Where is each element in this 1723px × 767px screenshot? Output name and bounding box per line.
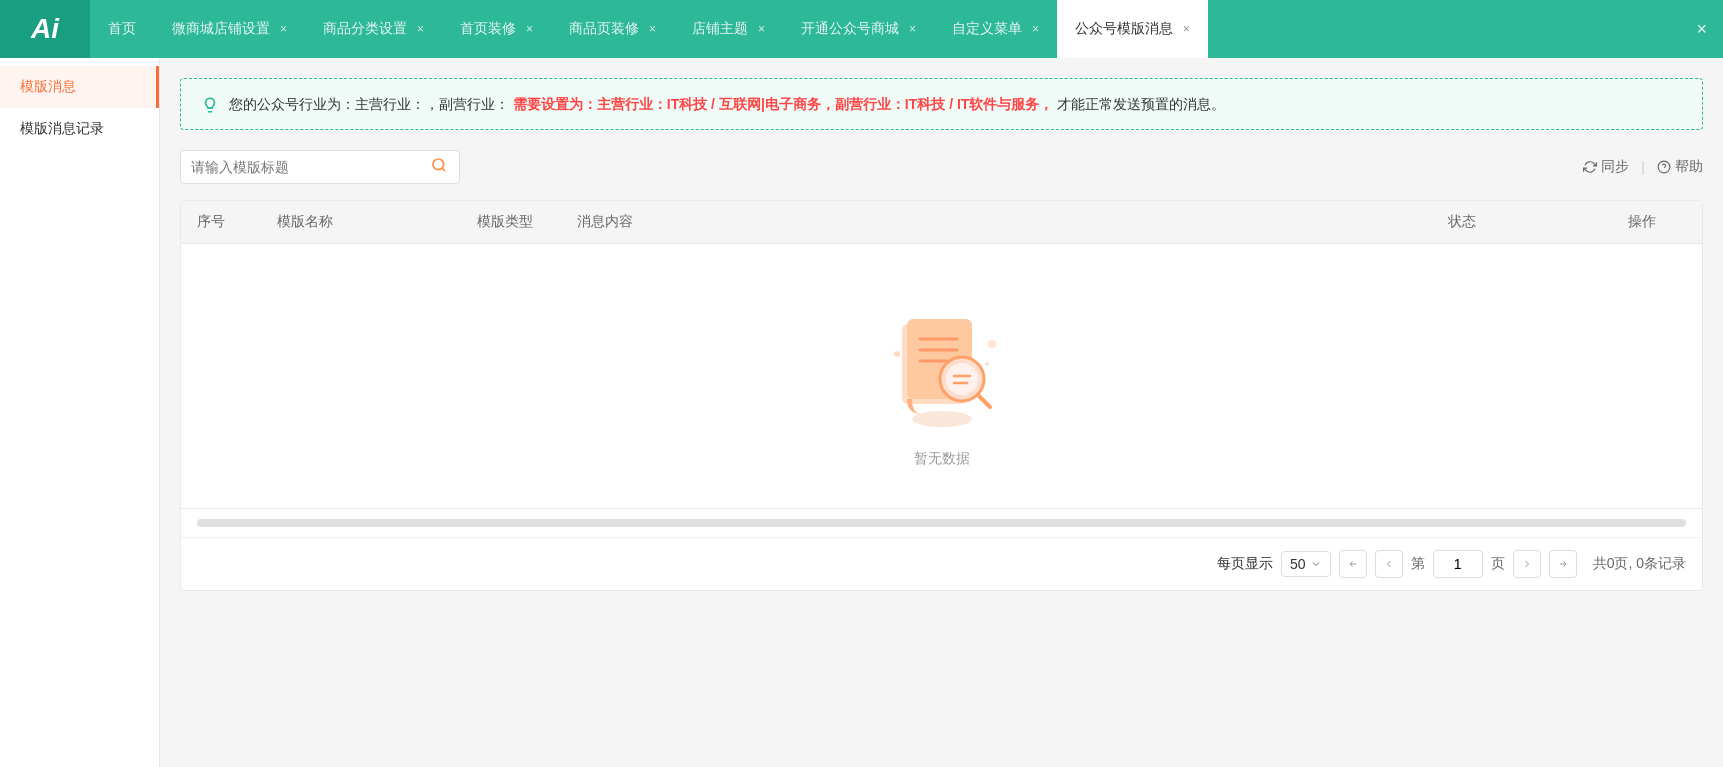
notice-suffix: 才能正常发送预置的消息。 [1057,96,1225,112]
col-header-status: 状态 [1432,201,1582,243]
page-prefix-label: 第 [1411,555,1425,573]
search-input-wrap[interactable] [180,150,460,184]
svg-point-12 [946,363,978,395]
svg-point-18 [985,362,989,366]
first-page-icon [1347,558,1359,570]
horizontal-scrollbar-wrap [181,508,1702,537]
prev-page-icon [1383,558,1395,570]
top-nav: Ai 首页微商城店铺设置×商品分类设置×首页装修×商品页装修×店铺主题×开通公众… [0,0,1723,58]
empty-illustration [882,304,1002,434]
notice-highlight: 需要设置为：主营行业：IT科技 / 互联网|电子商务，副营行业：IT科技 / I… [513,96,1054,112]
per-page-select[interactable]: 50 [1281,551,1331,577]
notice-box: 您的公众号行业为：主营行业：，副营行业： 需要设置为：主营行业：IT科技 / 互… [180,78,1703,130]
toolbar-right: 同步 | 帮助 [1583,158,1703,176]
last-page-icon [1557,558,1569,570]
next-page-button[interactable] [1513,550,1541,578]
nav-tab-store-settings[interactable]: 微商城店铺设置× [154,0,305,58]
page-unit-label: 页 [1491,555,1505,573]
nav-tab-home-decoration[interactable]: 首页装修× [442,0,551,58]
close-tab-product-decoration[interactable]: × [649,22,656,36]
nav-tab-template-msg[interactable]: 公众号模版消息× [1057,0,1208,58]
page-number-input[interactable] [1433,550,1483,578]
close-all-tabs-button[interactable]: × [1696,19,1707,40]
pagination-summary: 共0页, 0条记录 [1593,555,1686,573]
close-tab-custom-menu[interactable]: × [1032,22,1039,36]
close-tab-store-settings[interactable]: × [280,22,287,36]
close-tab-template-msg[interactable]: × [1183,22,1190,36]
nav-tab-open-mall[interactable]: 开通公众号商城× [783,0,934,58]
svg-point-1 [433,159,444,170]
close-tab-store-theme[interactable]: × [758,22,765,36]
notice-prefix: 您的公众号行业为：主营行业：，副营行业： [229,96,509,112]
svg-point-5 [912,411,972,427]
nav-tab-product-decoration[interactable]: 商品页装修× [551,0,674,58]
toolbar-divider: | [1641,159,1645,175]
svg-line-13 [978,395,990,407]
col-header-action: 操作 [1582,201,1702,243]
svg-point-16 [894,351,900,357]
data-table: 序号 模版名称 模版类型 消息内容 状态 操作 [180,200,1703,591]
sidebar: 模版消息模版消息记录 [0,58,160,767]
empty-text: 暂无数据 [914,450,970,468]
chevron-down-icon [1310,558,1322,570]
horizontal-scrollbar[interactable] [197,519,1686,527]
next-page-icon [1521,558,1533,570]
empty-state: 暂无数据 [181,244,1702,508]
bulb-icon [201,96,219,114]
close-tab-category-settings[interactable]: × [417,22,424,36]
search-input[interactable] [191,159,431,175]
nav-tab-custom-menu[interactable]: 自定义菜单× [934,0,1057,58]
search-icon-button[interactable] [431,157,447,177]
table-header: 序号 模版名称 模版类型 消息内容 状态 操作 [181,201,1702,244]
pagination: 每页显示 50 [181,537,1702,590]
main-layout: 模版消息模版消息记录 您的公众号行业为：主营行业：，副营行业： 需要设置为：主营… [0,58,1723,767]
nav-tab-home[interactable]: 首页 [90,0,154,58]
first-page-button[interactable] [1339,550,1367,578]
per-page-label: 每页显示 [1217,555,1273,573]
nav-tab-store-theme[interactable]: 店铺主题× [674,0,783,58]
sync-button[interactable]: 同步 [1583,158,1629,176]
sidebar-item-template-message[interactable]: 模版消息 [0,66,159,108]
help-button[interactable]: 帮助 [1657,158,1703,176]
app-logo: Ai [0,0,90,58]
col-header-type: 模版类型 [461,201,561,243]
close-tab-open-mall[interactable]: × [909,22,916,36]
search-bar: 同步 | 帮助 [180,150,1703,184]
last-page-button[interactable] [1549,550,1577,578]
content-area: 您的公众号行业为：主营行业：，副营行业： 需要设置为：主营行业：IT科技 / 互… [160,58,1723,767]
per-page-value: 50 [1290,556,1306,572]
sidebar-item-template-message-log[interactable]: 模版消息记录 [0,108,159,150]
prev-page-button[interactable] [1375,550,1403,578]
nav-tab-category-settings[interactable]: 商品分类设置× [305,0,442,58]
col-header-name: 模版名称 [261,201,461,243]
col-header-content: 消息内容 [561,201,1432,243]
svg-line-2 [442,168,445,171]
col-header-seq: 序号 [181,201,261,243]
svg-point-17 [988,340,996,348]
close-tab-home-decoration[interactable]: × [526,22,533,36]
